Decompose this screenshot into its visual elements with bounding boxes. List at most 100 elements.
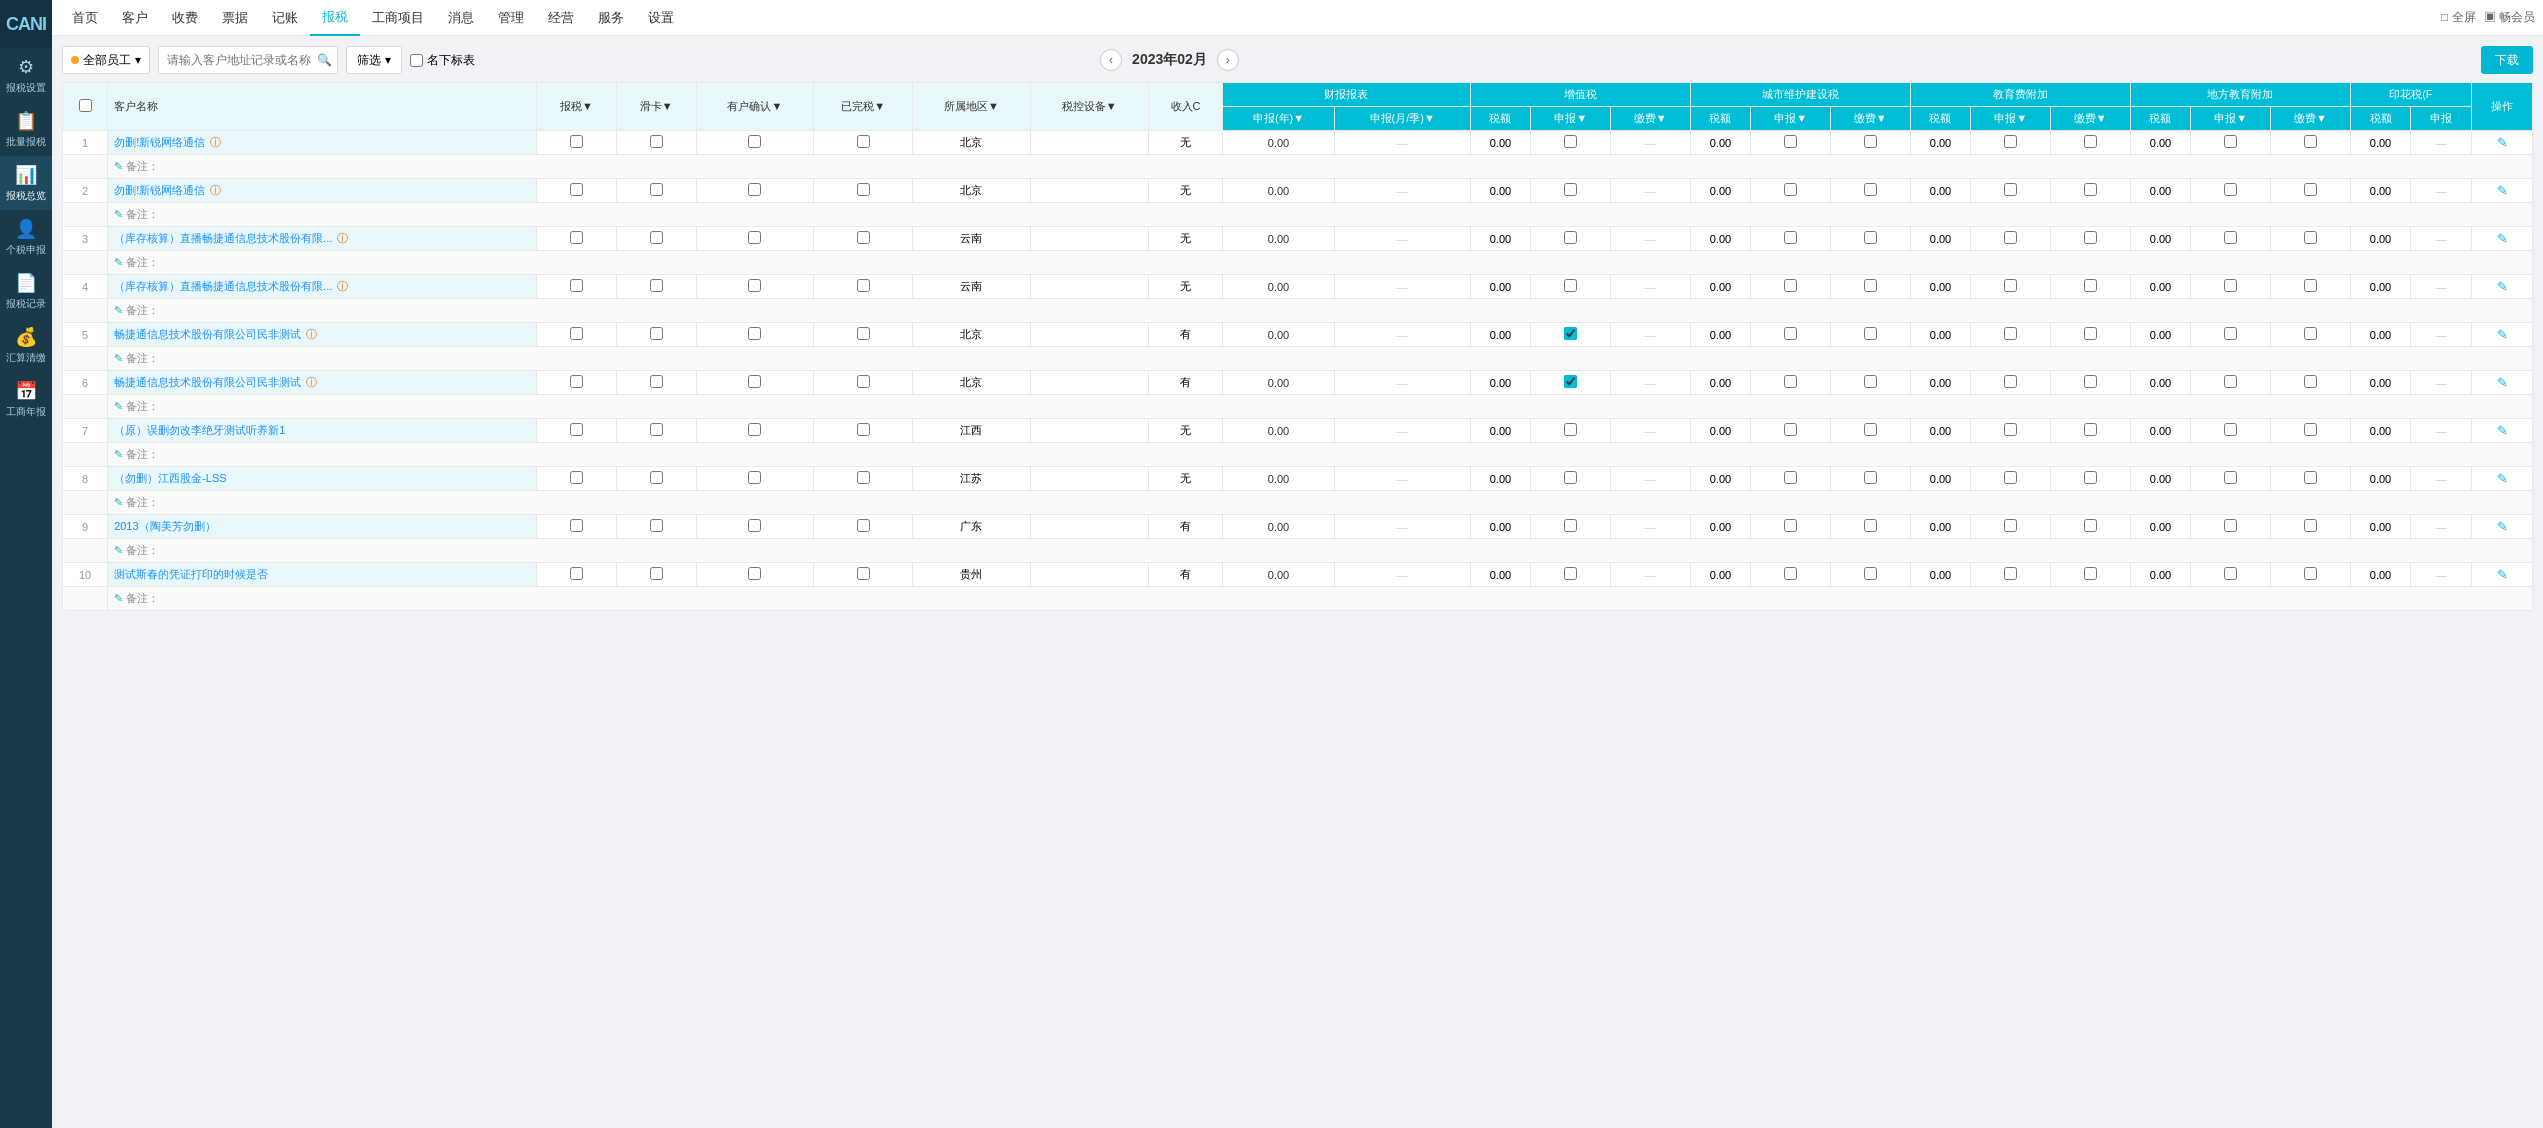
search-box[interactable]: 🔍 <box>158 46 338 74</box>
tax-report-checkbox[interactable] <box>570 327 583 340</box>
city-declare-checkbox[interactable] <box>1784 183 1797 196</box>
edit-remark-icon[interactable]: ✎ <box>114 496 123 508</box>
local-declare-checkbox[interactable] <box>2224 279 2237 292</box>
nav-home[interactable]: 首页 <box>60 0 110 36</box>
paid-tax-checkbox[interactable] <box>857 375 870 388</box>
local-pay-checkbox[interactable] <box>2304 471 2317 484</box>
tax-report-checkbox[interactable] <box>570 471 583 484</box>
swipe-card-checkbox[interactable] <box>650 231 663 244</box>
prev-period-button[interactable]: ‹ <box>1100 49 1122 71</box>
edit-remark-icon[interactable]: ✎ <box>114 400 123 412</box>
swipe-card-checkbox[interactable] <box>650 471 663 484</box>
company-name-link[interactable]: 勿删!新锐网络通信 <box>114 184 205 196</box>
tax-report-checkbox[interactable] <box>570 567 583 580</box>
local-pay-checkbox[interactable] <box>2304 279 2317 292</box>
swipe-card-checkbox[interactable] <box>650 279 663 292</box>
local-pay-checkbox[interactable] <box>2304 519 2317 532</box>
tax-report-checkbox[interactable] <box>570 231 583 244</box>
nav-customer[interactable]: 客户 <box>110 0 160 36</box>
edu-pay-checkbox[interactable] <box>2084 231 2097 244</box>
swipe-card-checkbox[interactable] <box>650 183 663 196</box>
swipe-card-checkbox[interactable] <box>650 327 663 340</box>
search-input[interactable] <box>167 53 317 67</box>
nav-invoice[interactable]: 票据 <box>210 0 260 36</box>
nav-industry[interactable]: 工商项目 <box>360 0 436 36</box>
edu-pay-checkbox[interactable] <box>2084 519 2097 532</box>
edu-pay-checkbox[interactable] <box>2084 279 2097 292</box>
named-checkbox[interactable] <box>410 54 423 67</box>
swipe-card-checkbox[interactable] <box>650 567 663 580</box>
local-pay-checkbox[interactable] <box>2304 423 2317 436</box>
city-declare-checkbox[interactable] <box>1784 423 1797 436</box>
edu-declare-checkbox[interactable] <box>2004 279 2017 292</box>
local-declare-checkbox[interactable] <box>2224 375 2237 388</box>
city-declare-checkbox[interactable] <box>1784 231 1797 244</box>
nav-tax[interactable]: 报税 <box>310 0 360 36</box>
local-declare-checkbox[interactable] <box>2224 135 2237 148</box>
company-name-link[interactable]: （原）误删勿改李绝牙测试听养新1 <box>114 424 285 436</box>
select-all-checkbox[interactable] <box>79 99 92 112</box>
edu-pay-checkbox[interactable] <box>2084 471 2097 484</box>
edu-pay-checkbox[interactable] <box>2084 327 2097 340</box>
edit-button[interactable]: ✎ <box>2497 471 2508 486</box>
swipe-card-checkbox[interactable] <box>650 375 663 388</box>
nav-service[interactable]: 服务 <box>586 0 636 36</box>
user-confirm-checkbox[interactable] <box>748 279 761 292</box>
vat-declare-checkbox[interactable] <box>1564 183 1577 196</box>
nav-bookkeeping[interactable]: 记账 <box>260 0 310 36</box>
edu-declare-checkbox[interactable] <box>2004 327 2017 340</box>
sidebar-item-annual-report[interactable]: 📅 工商年报 <box>0 372 52 426</box>
edu-pay-checkbox[interactable] <box>2084 567 2097 580</box>
city-declare-checkbox[interactable] <box>1784 471 1797 484</box>
tax-report-checkbox[interactable] <box>570 375 583 388</box>
local-pay-checkbox[interactable] <box>2304 231 2317 244</box>
edit-remark-icon[interactable]: ✎ <box>114 592 123 604</box>
vat-declare-checkbox[interactable] <box>1564 327 1577 340</box>
edit-remark-icon[interactable]: ✎ <box>114 352 123 364</box>
user-confirm-checkbox[interactable] <box>748 375 761 388</box>
company-name-link[interactable]: （勿删）江西股金-LSS <box>114 472 226 484</box>
employee-filter[interactable]: 全部员工 ▾ <box>62 46 150 74</box>
local-pay-checkbox[interactable] <box>2304 135 2317 148</box>
city-pay-checkbox[interactable] <box>1864 279 1877 292</box>
user-confirm-checkbox[interactable] <box>748 567 761 580</box>
city-declare-checkbox[interactable] <box>1784 279 1797 292</box>
tax-report-checkbox[interactable] <box>570 135 583 148</box>
company-name-link[interactable]: （库存核算）直播畅捷通信息技术股份有限... <box>114 280 332 292</box>
vat-declare-checkbox[interactable] <box>1564 375 1577 388</box>
tax-report-checkbox[interactable] <box>570 279 583 292</box>
vat-declare-checkbox[interactable] <box>1564 519 1577 532</box>
city-pay-checkbox[interactable] <box>1864 471 1877 484</box>
paid-tax-checkbox[interactable] <box>857 423 870 436</box>
city-pay-checkbox[interactable] <box>1864 567 1877 580</box>
local-declare-checkbox[interactable] <box>2224 183 2237 196</box>
paid-tax-checkbox[interactable] <box>857 279 870 292</box>
edit-button[interactable]: ✎ <box>2497 279 2508 294</box>
local-declare-checkbox[interactable] <box>2224 471 2237 484</box>
nav-billing[interactable]: 收费 <box>160 0 210 36</box>
paid-tax-checkbox[interactable] <box>857 183 870 196</box>
edu-declare-checkbox[interactable] <box>2004 423 2017 436</box>
nav-management[interactable]: 管理 <box>486 0 536 36</box>
sidebar-item-tax-records[interactable]: 📄 报税记录 <box>0 264 52 318</box>
user-confirm-checkbox[interactable] <box>748 231 761 244</box>
sidebar-item-summary-tax[interactable]: 💰 汇算清缴 <box>0 318 52 372</box>
local-pay-checkbox[interactable] <box>2304 375 2317 388</box>
city-pay-checkbox[interactable] <box>1864 519 1877 532</box>
edu-declare-checkbox[interactable] <box>2004 135 2017 148</box>
city-pay-checkbox[interactable] <box>1864 231 1877 244</box>
edu-declare-checkbox[interactable] <box>2004 231 2017 244</box>
local-declare-checkbox[interactable] <box>2224 423 2237 436</box>
vat-declare-checkbox[interactable] <box>1564 135 1577 148</box>
local-declare-checkbox[interactable] <box>2224 327 2237 340</box>
nav-settings[interactable]: 设置 <box>636 0 686 36</box>
company-name-link[interactable]: 勿删!新锐网络通信 <box>114 136 205 148</box>
edit-button[interactable]: ✎ <box>2497 423 2508 438</box>
named-label-container[interactable]: 名下标表 <box>410 52 475 69</box>
paid-tax-checkbox[interactable] <box>857 519 870 532</box>
edit-button[interactable]: ✎ <box>2497 135 2508 150</box>
swipe-card-checkbox[interactable] <box>650 423 663 436</box>
city-declare-checkbox[interactable] <box>1784 327 1797 340</box>
company-name-link[interactable]: （库存核算）直播畅捷通信息技术股份有限... <box>114 232 332 244</box>
edu-declare-checkbox[interactable] <box>2004 519 2017 532</box>
